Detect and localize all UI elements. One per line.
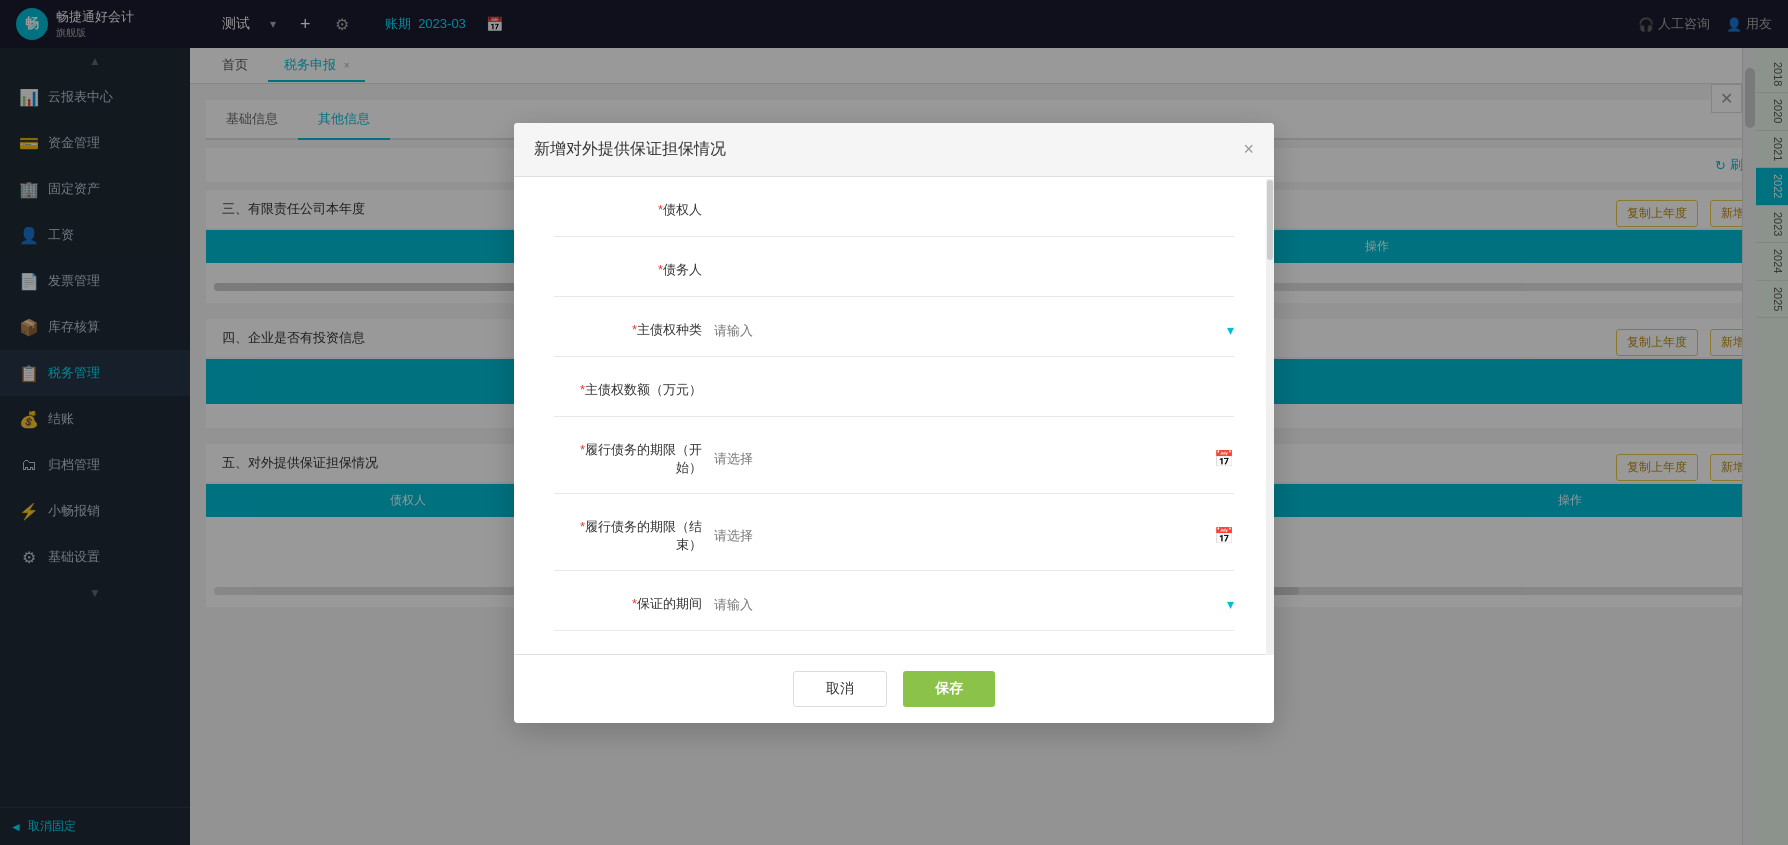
modal-scrollbar[interactable]	[1266, 179, 1274, 655]
period-end-wrapper: 📅	[714, 526, 1234, 545]
form-row-creditor: *债权人	[554, 201, 1234, 237]
guarantee-period-input[interactable]	[714, 595, 1227, 614]
claim-type-label: *主债权种类	[554, 321, 714, 339]
modal-overlay: 新增对外提供保证担保情况 × *债权人 *债务人 *主债权种类	[0, 0, 1788, 845]
cancel-button[interactable]: 取消	[793, 671, 887, 707]
form-row-guarantee-period: *保证的期间 ▾	[554, 595, 1234, 631]
modal-title: 新增对外提供保证担保情况	[534, 139, 726, 160]
claim-amount-input[interactable]	[714, 381, 1234, 400]
creditor-label: *债权人	[554, 201, 714, 219]
save-button[interactable]: 保存	[903, 671, 995, 707]
form-row-claim-amount: *主债权数额（万元）	[554, 381, 1234, 417]
claim-type-select-wrapper: ▾	[714, 321, 1234, 340]
modal-scrollbar-thumb	[1267, 180, 1273, 260]
debtor-label: *债务人	[554, 261, 714, 279]
modal-header: 新增对外提供保证担保情况 ×	[514, 123, 1274, 177]
guarantee-period-chevron-icon[interactable]: ▾	[1227, 596, 1234, 612]
period-start-cal-icon[interactable]: 📅	[1214, 449, 1234, 468]
form-row-claim-type: *主债权种类 ▾	[554, 321, 1234, 357]
modal-dialog: 新增对外提供保证担保情况 × *债权人 *债务人 *主债权种类	[514, 123, 1274, 723]
claim-type-input[interactable]	[714, 321, 1227, 340]
creditor-input[interactable]	[714, 201, 1234, 220]
form-row-period-start: *履行债务的期限（开始） 📅	[554, 441, 1234, 494]
form-row-period-end: *履行债务的期限（结束） 📅	[554, 518, 1234, 571]
period-end-label: *履行债务的期限（结束）	[554, 518, 714, 554]
claim-amount-label: *主债权数额（万元）	[554, 381, 714, 399]
form-row-debtor: *债务人	[554, 261, 1234, 297]
period-start-label: *履行债务的期限（开始）	[554, 441, 714, 477]
period-end-cal-icon[interactable]: 📅	[1214, 526, 1234, 545]
modal-footer: 取消 保存	[514, 654, 1274, 723]
guarantee-period-select-wrapper: ▾	[714, 595, 1234, 614]
guarantee-period-label: *保证的期间	[554, 595, 714, 613]
debtor-input[interactable]	[714, 261, 1234, 280]
period-start-input[interactable]	[714, 449, 1214, 468]
claim-type-chevron-icon[interactable]: ▾	[1227, 322, 1234, 338]
period-end-input[interactable]	[714, 526, 1214, 545]
period-start-wrapper: 📅	[714, 449, 1234, 468]
modal-close-button[interactable]: ×	[1243, 139, 1254, 160]
modal-body: *债权人 *债务人 *主债权种类 ▾	[514, 177, 1274, 654]
